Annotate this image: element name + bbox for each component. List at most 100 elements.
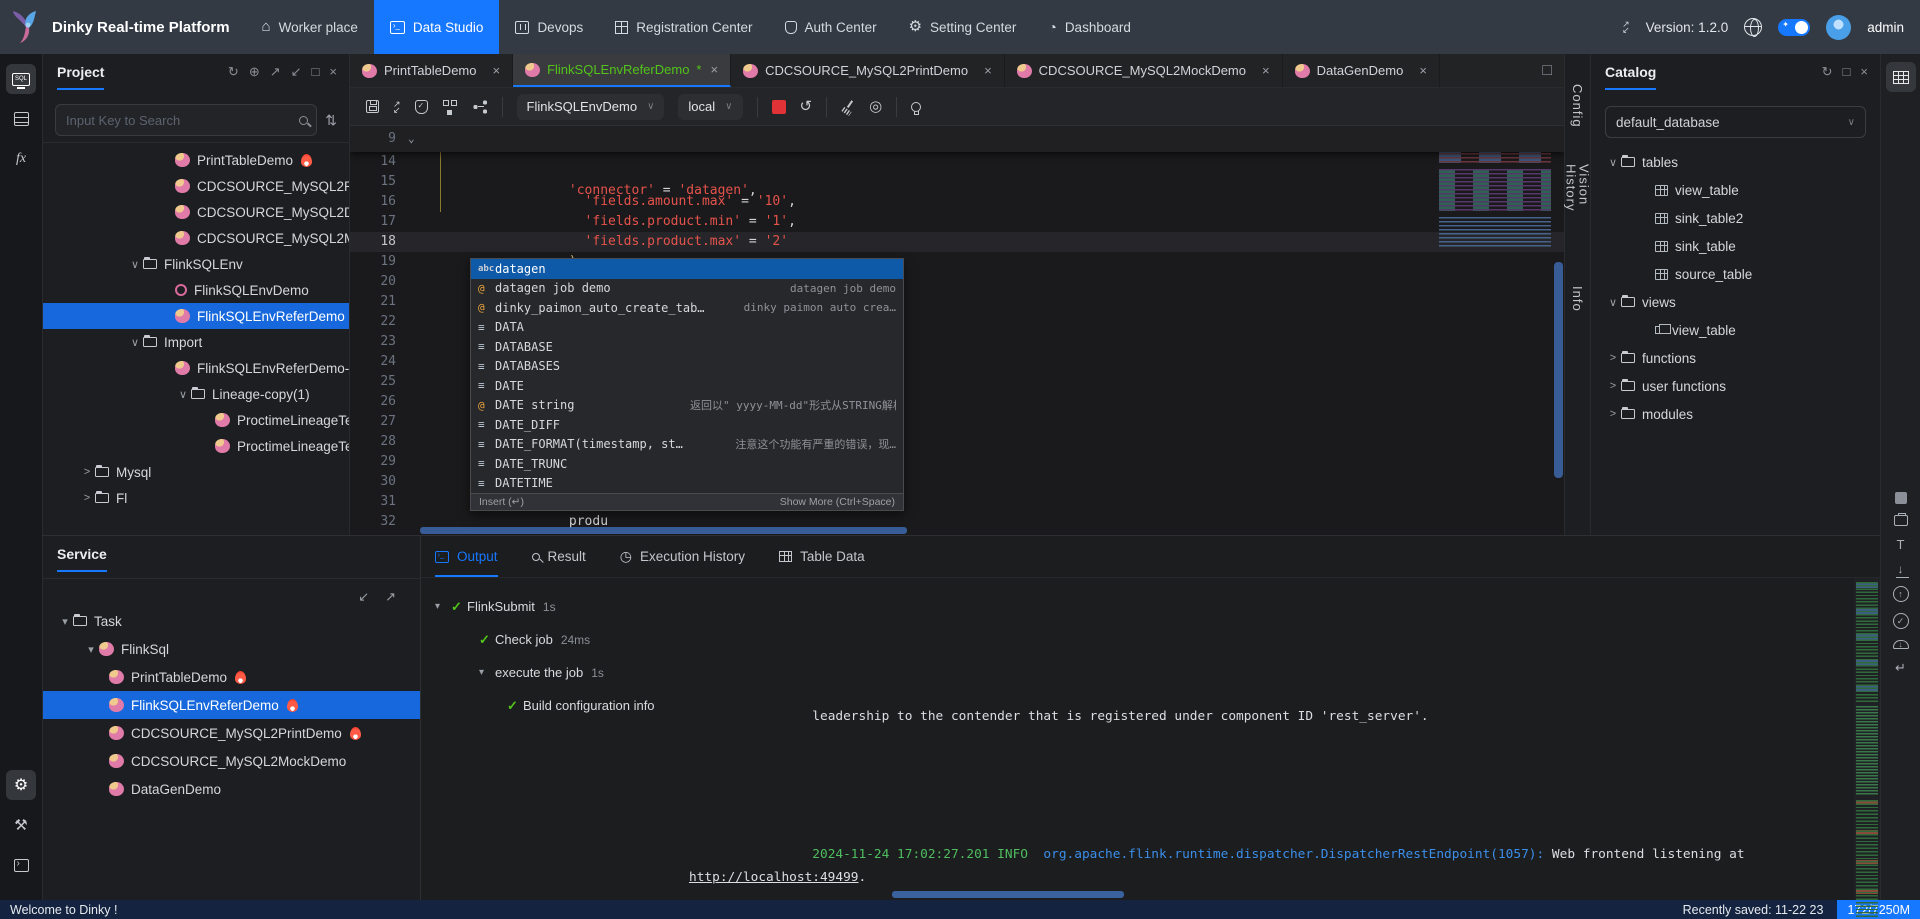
show-more-hint[interactable]: Show More (Ctrl+Space) <box>780 496 895 508</box>
project-tree-row[interactable]: FlinkSQLEnvReferDemo-c <box>43 355 349 381</box>
job-tree-row[interactable]: ▾ ✓ FlinkSubmit 1s <box>421 590 673 623</box>
restore-window-icon[interactable]: □ <box>1542 62 1552 80</box>
toolbox-icon[interactable] <box>1894 515 1908 526</box>
window-icon[interactable]: □ <box>1843 64 1851 80</box>
autocomplete-item[interactable]: @ DATE string 返回以" yyyy-MM-dd"形式从STRING解… <box>471 396 903 416</box>
editor-tab[interactable]: FlinkSQLEnvReferDemo * × <box>513 54 731 87</box>
project-tree-row[interactable]: ProctimeLineageTest1 <box>43 407 349 433</box>
catalog-tree-row[interactable]: sink_table2 <box>1591 204 1880 232</box>
font-icon[interactable]: T <box>1897 537 1905 552</box>
autocomplete-item[interactable]: ≡ DATE <box>471 376 903 396</box>
activity-function-button[interactable]: fx <box>6 144 36 174</box>
catalog-tree-row[interactable]: ∨ tables <box>1591 148 1880 176</box>
tree-arrow-icon[interactable]: ▾ <box>83 643 99 656</box>
project-tree-row[interactable]: > Fl <box>43 485 349 511</box>
autocomplete-item[interactable]: ≡ DATABASE <box>471 337 903 357</box>
refresh-icon[interactable]: ↻ <box>1822 64 1833 80</box>
refresh-icon[interactable]: ↻ <box>228 64 239 80</box>
search-input[interactable] <box>66 113 299 128</box>
autocomplete-item[interactable]: ≡ DATA <box>471 318 903 338</box>
catalog-tree-row[interactable]: source_table <box>1591 260 1880 288</box>
editor-tab[interactable]: PrintTableDemo × <box>350 54 513 87</box>
language-globe-icon[interactable] <box>1744 18 1762 36</box>
user-avatar[interactable] <box>1826 15 1851 40</box>
check-sql-button[interactable] <box>415 100 428 114</box>
mode-select[interactable]: local ∨ <box>678 94 742 120</box>
nav-item[interactable]: Registration Center <box>599 0 768 54</box>
service-tree-row[interactable]: CDCSOURCE_MySQL2MockDemo <box>43 747 420 775</box>
collapse-icon[interactable]: ↙ <box>358 589 369 605</box>
nav-item[interactable]: ◔ Dashboard <box>1032 0 1147 54</box>
check-circle-icon[interactable]: ✓ <box>1893 613 1909 629</box>
autocomplete-item[interactable]: ≡ DATE_TRUNC <box>471 454 903 474</box>
env-select[interactable]: FlinkSQLEnvDemo ∨ <box>517 94 665 120</box>
lineage-button[interactable] <box>442 99 458 115</box>
project-tree-row[interactable]: PrintTableDemo <box>43 147 349 173</box>
tab-close-icon[interactable]: × <box>1262 63 1270 78</box>
catalog-tree-row[interactable]: sink_table <box>1591 232 1880 260</box>
horizontal-scrollbar[interactable] <box>420 527 907 534</box>
tab-close-icon[interactable]: × <box>710 62 718 77</box>
tree-arrow-icon[interactable]: ∨ <box>127 258 143 271</box>
collapse-icon[interactable]: ↙ <box>291 64 302 80</box>
stop-button[interactable] <box>772 100 786 114</box>
service-tree-row[interactable]: FlinkSQLEnvReferDemo <box>43 691 420 719</box>
service-tree-row[interactable]: ▾ FlinkSql <box>43 635 420 663</box>
catalog-tree-row[interactable]: ∨ views <box>1591 288 1880 316</box>
catalog-tree-row[interactable]: > modules <box>1591 400 1880 428</box>
project-tree-row[interactable]: > Mysql <box>43 459 349 485</box>
nav-item[interactable]: Auth Center <box>769 0 893 54</box>
fold-icon[interactable]: ⌄ <box>408 126 428 152</box>
theme-toggle[interactable] <box>1778 19 1810 36</box>
job-tree-row[interactable]: ✓ Build configuration info <box>421 689 673 722</box>
history-icon[interactable]: ↺ <box>800 99 813 114</box>
save-button[interactable] <box>366 100 379 113</box>
project-tree-row[interactable]: CDCSOURCE_MySQL2MockD <box>43 225 349 251</box>
tree-arrow-icon[interactable]: ▾ <box>435 601 451 612</box>
nav-item[interactable]: Devops <box>499 0 599 54</box>
project-tree-row[interactable]: ∨ FlinkSQLEnv <box>43 251 349 277</box>
tree-arrow-icon[interactable]: ▾ <box>479 667 495 678</box>
autocomplete-item[interactable]: @ dinky_paimon_auto_create_tab… dinky pa… <box>471 298 903 318</box>
tab-close-icon[interactable]: × <box>493 63 501 78</box>
editor-tab[interactable]: DataGenDemo × <box>1283 54 1440 87</box>
activity-tools-button[interactable]: ⚒ <box>6 810 36 840</box>
tree-arrow-icon[interactable]: > <box>1605 408 1621 420</box>
nav-item[interactable]: ⚙ Setting Center <box>893 0 1033 54</box>
close-icon[interactable]: × <box>1860 64 1868 80</box>
username[interactable]: admin <box>1867 20 1904 35</box>
project-tree-row[interactable]: FlinkSQLEnvDemo <box>43 277 349 303</box>
enter-icon[interactable]: ↵ <box>1895 660 1906 676</box>
project-tree-row[interactable]: ProctimeLineageTest2 <box>43 433 349 459</box>
tree-arrow-icon[interactable]: > <box>79 466 95 478</box>
debug-button[interactable] <box>911 102 921 112</box>
autocomplete-item[interactable]: abc datagen <box>471 259 903 279</box>
project-tree-row[interactable]: FlinkSQLEnvReferDemo <box>43 303 349 329</box>
database-select[interactable]: default_database ∨ <box>1605 106 1866 138</box>
expand-icon[interactable]: ↗ <box>270 64 281 80</box>
search-icon[interactable] <box>299 116 308 125</box>
stop-square-icon[interactable] <box>1895 492 1907 504</box>
autocomplete-item[interactable]: ≡ DATE_DIFF <box>471 415 903 435</box>
autocomplete-item[interactable]: @ datagen job demo datagen job demo <box>471 279 903 299</box>
rail-tab[interactable]: Config <box>1571 84 1584 128</box>
tab-close-icon[interactable]: × <box>1419 63 1427 78</box>
vertical-scrollbar[interactable] <box>1554 262 1563 478</box>
project-tree-row[interactable]: ∨ Lineage-copy(1) <box>43 381 349 407</box>
log-horizontal-scrollbar[interactable] <box>892 891 1124 898</box>
nav-item[interactable]: Data Studio <box>374 0 500 54</box>
expand-icon[interactable]: ↗ <box>385 589 396 605</box>
output-tab[interactable]: Output <box>435 536 498 577</box>
fullscreen-icon[interactable]: ↗↙ <box>1622 21 1630 33</box>
tab-close-icon[interactable]: × <box>984 63 992 78</box>
catalog-tree-row[interactable]: > user functions <box>1591 372 1880 400</box>
arrow-up-circle-icon[interactable]: ↑ <box>1893 586 1909 602</box>
service-tree-row[interactable]: CDCSOURCE_MySQL2PrintDemo <box>43 719 420 747</box>
download-icon[interactable]: ↓ <box>1898 563 1904 575</box>
tree-arrow-icon[interactable]: ∨ <box>1605 156 1621 169</box>
format-button[interactable] <box>841 100 855 114</box>
close-icon[interactable]: × <box>329 64 337 80</box>
output-tab[interactable]: ◷ Execution History <box>620 536 745 577</box>
autocomplete-item[interactable]: ≡ DATETIME <box>471 474 903 494</box>
tree-arrow-icon[interactable]: ▾ <box>57 615 73 628</box>
